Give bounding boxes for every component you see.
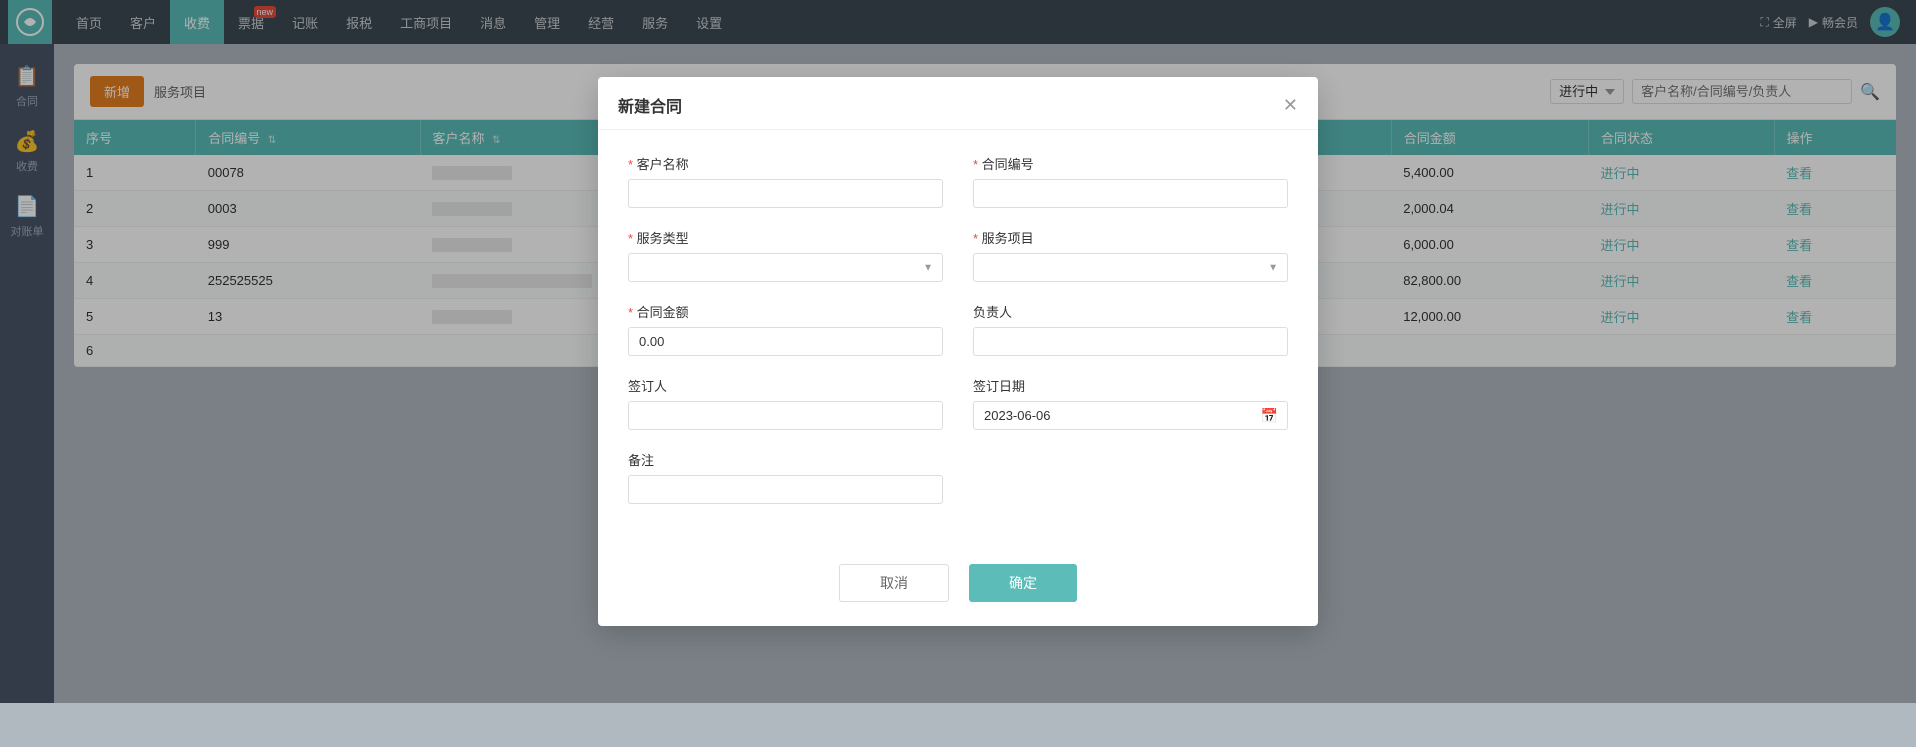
service-type-select[interactable] [628, 253, 943, 282]
new-contract-modal: 新建合同 ✕ 客户名称 合同编号 服务类型 [598, 77, 1318, 626]
form-field-amount: 合同金额 [628, 302, 943, 356]
modal-close-button[interactable]: ✕ [1283, 95, 1298, 116]
signer-input[interactable] [628, 401, 943, 430]
modal-footer: 取消 确定 [598, 548, 1318, 626]
remark-input[interactable] [628, 475, 943, 504]
contract-no-label: 合同编号 [973, 154, 1288, 173]
modal-body: 客户名称 合同编号 服务类型 [598, 130, 1318, 548]
form-row-3: 合同金额 负责人 [628, 302, 1288, 356]
confirm-button[interactable]: 确定 [969, 564, 1077, 602]
form-row-4: 签订人 签订日期 📅 [628, 376, 1288, 430]
sign-date-input[interactable] [973, 401, 1288, 430]
contract-amount-label: 合同金额 [628, 302, 943, 321]
form-row-2: 服务类型 服务项目 [628, 228, 1288, 282]
form-row-5: 备注 [628, 450, 1288, 504]
form-field-service-type: 服务类型 [628, 228, 943, 282]
modal-header: 新建合同 ✕ [598, 77, 1318, 130]
form-field-responsible: 负责人 [973, 302, 1288, 356]
service-item-select[interactable] [973, 253, 1288, 282]
form-field-remark: 备注 [628, 450, 943, 504]
service-type-label: 服务类型 [628, 228, 943, 247]
modal-title: 新建合同 [618, 93, 682, 117]
responsible-label: 负责人 [973, 302, 1288, 321]
form-field-sign-date: 签订日期 📅 [973, 376, 1288, 430]
form-field-service-item: 服务项目 [973, 228, 1288, 282]
form-field-empty [973, 450, 1288, 504]
customer-name-input[interactable] [628, 179, 943, 208]
customer-name-label: 客户名称 [628, 154, 943, 173]
responsible-input[interactable] [973, 327, 1288, 356]
remark-label: 备注 [628, 450, 943, 469]
contract-no-input[interactable] [973, 179, 1288, 208]
contract-amount-input[interactable] [628, 327, 943, 356]
service-item-form-label: 服务项目 [973, 228, 1288, 247]
modal-overlay: 新建合同 ✕ 客户名称 合同编号 服务类型 [0, 0, 1916, 703]
cancel-button[interactable]: 取消 [839, 564, 949, 602]
form-field-customer-name: 客户名称 [628, 154, 943, 208]
form-row-1: 客户名称 合同编号 [628, 154, 1288, 208]
sign-date-label: 签订日期 [973, 376, 1288, 395]
form-field-signer: 签订人 [628, 376, 943, 430]
calendar-icon[interactable]: 📅 [1261, 407, 1278, 424]
form-field-contract-no: 合同编号 [973, 154, 1288, 208]
signer-label: 签订人 [628, 376, 943, 395]
